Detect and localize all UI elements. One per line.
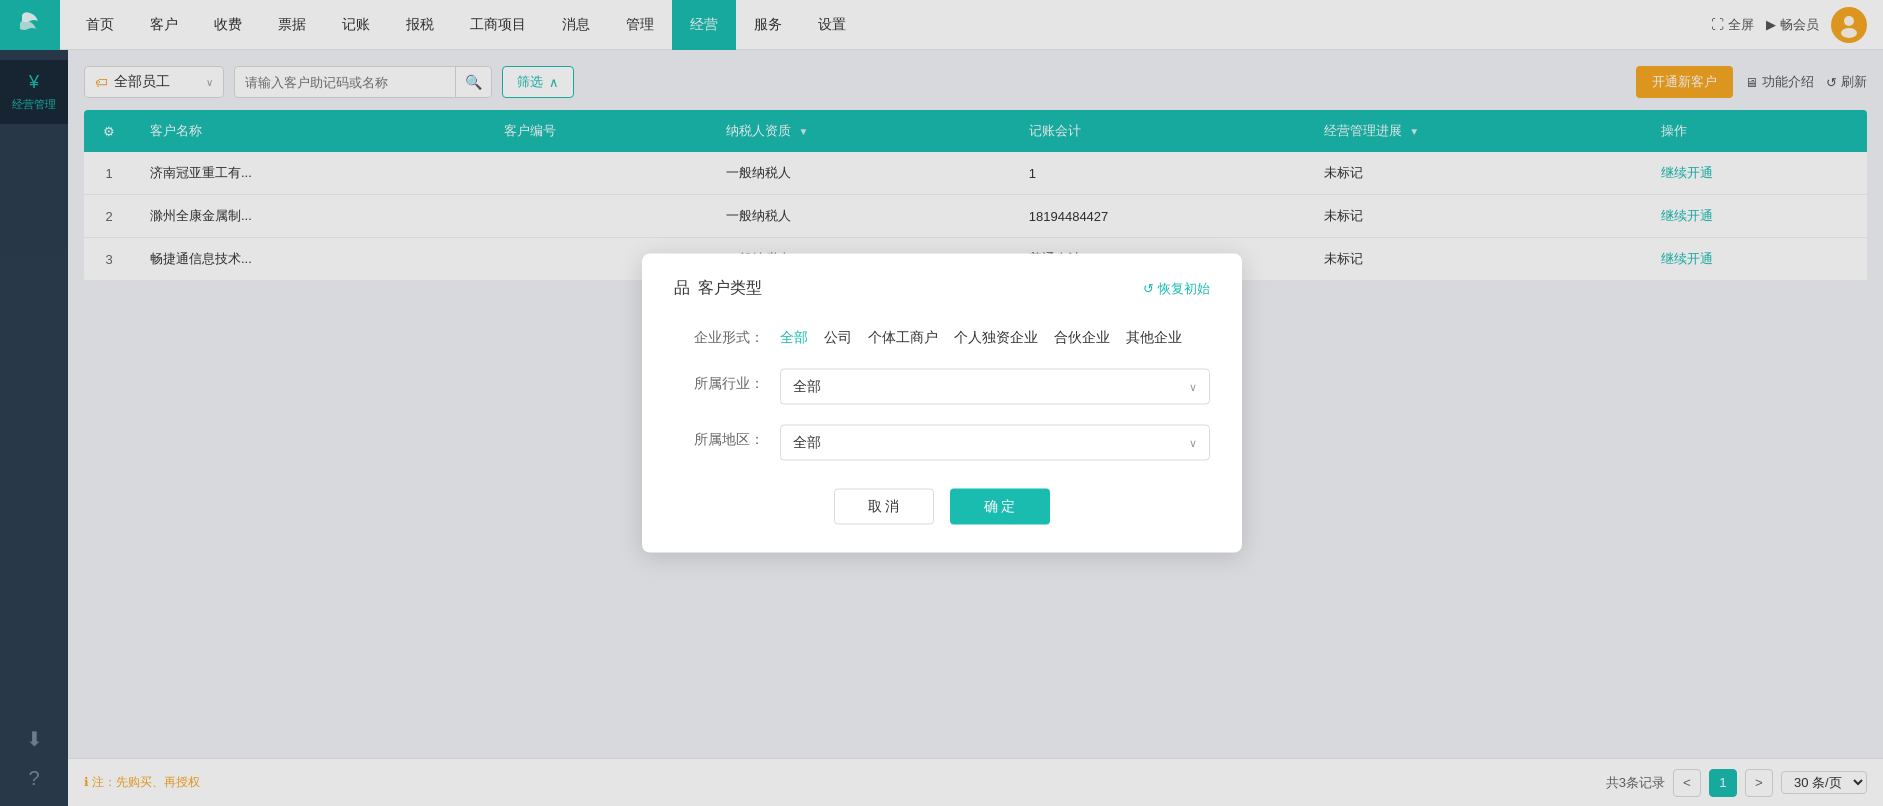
region-row: 所属地区： 全部 ∨ — [674, 425, 1210, 461]
filter-modal: 品 客户类型 ↺ 恢复初始 企业形式： 全部 公司 个体工商户 个人独资企业 合… — [642, 254, 1242, 553]
biz-option-individual[interactable]: 个体工商户 — [868, 327, 938, 349]
biz-form-row: 企业形式： 全部 公司 个体工商户 个人独资企业 合伙企业 其他企业 — [674, 323, 1210, 349]
cancel-button[interactable]: 取 消 — [834, 489, 934, 525]
region-select[interactable]: 全部 ∨ — [780, 425, 1210, 461]
industry-select-wrapper: 全部 ∨ — [780, 369, 1210, 405]
region-select-wrapper: 全部 ∨ — [780, 425, 1210, 461]
confirm-button[interactable]: 确 定 — [950, 489, 1050, 525]
biz-option-other[interactable]: 其他企业 — [1126, 327, 1182, 349]
reset-icon: ↺ — [1143, 281, 1154, 296]
modal-header: 品 客户类型 ↺ 恢复初始 — [674, 278, 1210, 299]
industry-row: 所属行业： 全部 ∨ — [674, 369, 1210, 405]
biz-form-options: 全部 公司 个体工商户 个人独资企业 合伙企业 其他企业 — [780, 323, 1210, 349]
biz-option-company[interactable]: 公司 — [824, 327, 852, 349]
modal-reset-button[interactable]: ↺ 恢复初始 — [1143, 279, 1210, 297]
modal-title-icon: 品 — [674, 278, 690, 299]
industry-chevron-icon: ∨ — [1189, 380, 1197, 393]
biz-option-all[interactable]: 全部 — [780, 327, 808, 349]
region-select-value: 全部 — [793, 434, 821, 452]
biz-option-sole[interactable]: 个人独资企业 — [954, 327, 1038, 349]
modal-footer: 取 消 确 定 — [674, 489, 1210, 525]
region-label: 所属地区： — [674, 425, 764, 449]
reset-label: 恢复初始 — [1158, 279, 1210, 297]
industry-select[interactable]: 全部 ∨ — [780, 369, 1210, 405]
biz-form-label: 企业形式： — [674, 323, 764, 347]
region-chevron-icon: ∨ — [1189, 436, 1197, 449]
industry-label: 所属行业： — [674, 369, 764, 393]
modal-title: 品 客户类型 — [674, 278, 762, 299]
industry-select-value: 全部 — [793, 378, 821, 396]
biz-option-partnership[interactable]: 合伙企业 — [1054, 327, 1110, 349]
modal-title-text: 客户类型 — [698, 278, 762, 299]
